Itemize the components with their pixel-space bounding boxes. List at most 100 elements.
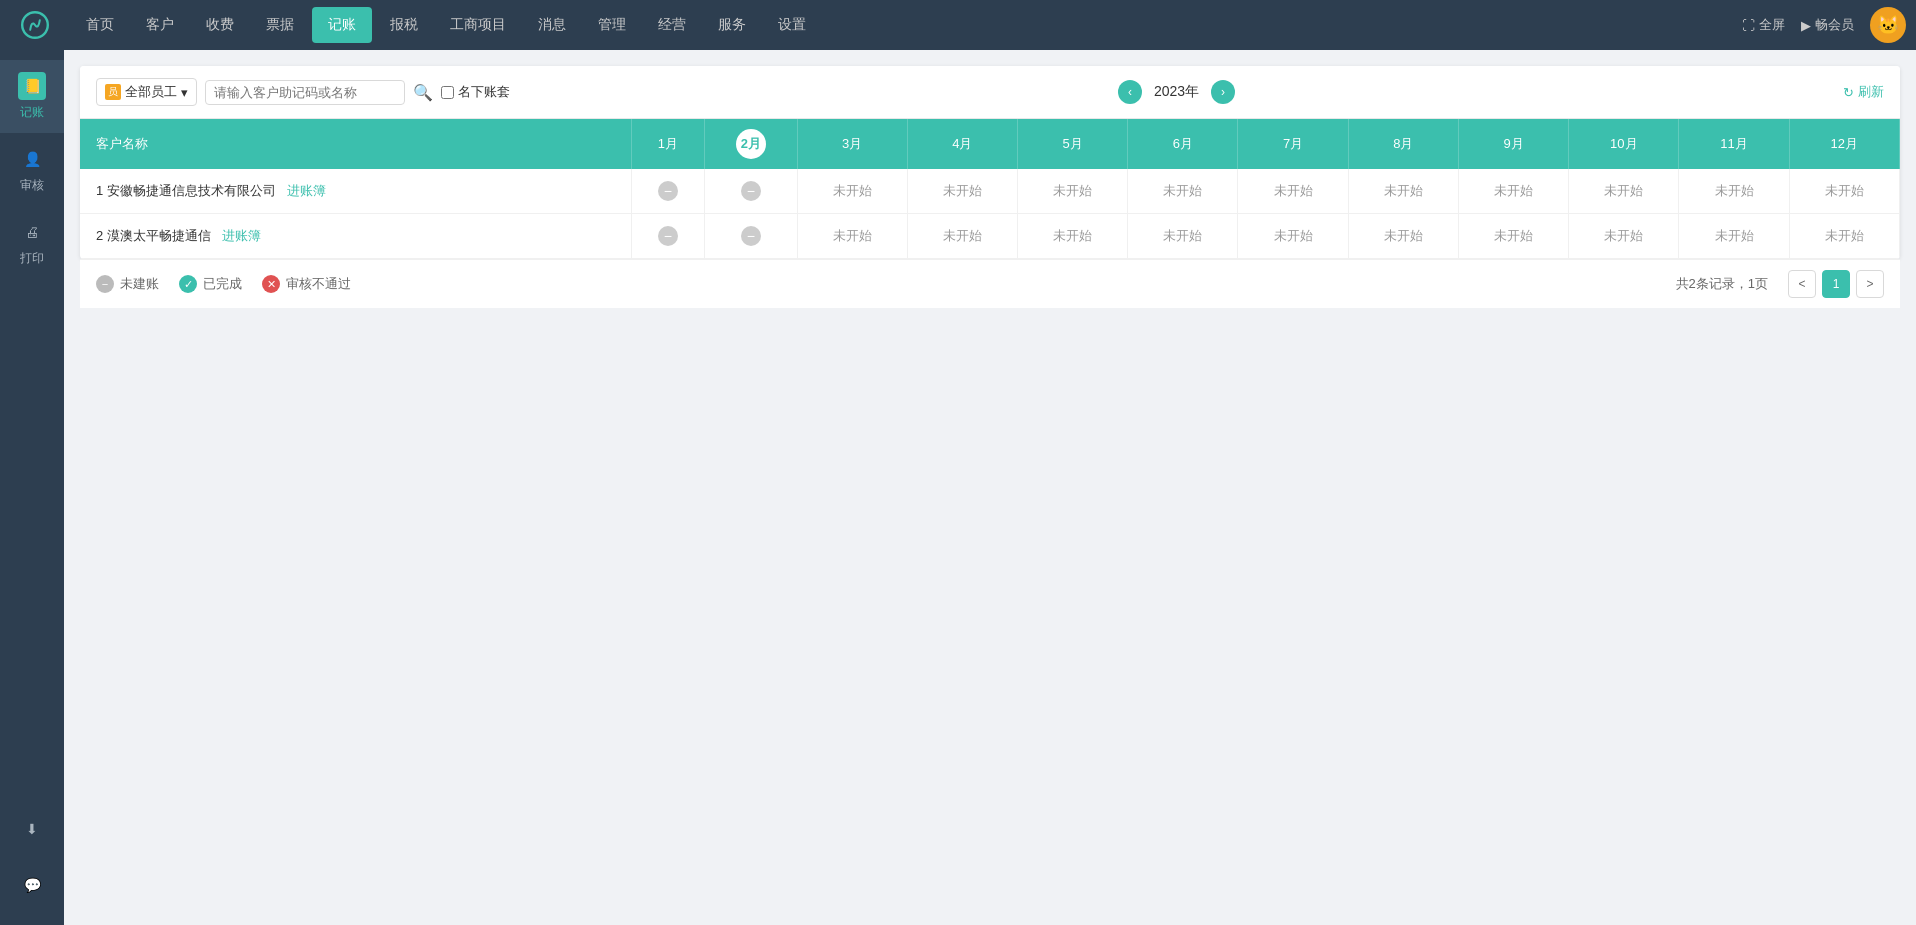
fullscreen-button[interactable]: ⛶ 全屏: [1742, 16, 1785, 34]
fullscreen-icon: ⛶: [1742, 18, 1755, 33]
active-month-circle: 2月: [736, 129, 766, 159]
mybooks-checkbox-label[interactable]: 名下账套: [441, 83, 510, 101]
year-nav: ‹ 2023年 ›: [1118, 80, 1235, 104]
col-header-aug: 8月: [1348, 119, 1458, 169]
nav-operation[interactable]: 经营: [642, 0, 702, 50]
col-header-feb: 2月: [705, 119, 798, 169]
status-not-started-2-3: 未开始: [833, 228, 872, 243]
row1-sep: 未开始: [1458, 169, 1568, 214]
status-not-started-2-12: 未开始: [1825, 228, 1864, 243]
footer: − 未建账 ✓ 已完成 ✕ 审核不通过 共2条记录，1页 < 1 >: [80, 259, 1900, 308]
row1-mar: 未开始: [797, 169, 907, 214]
nav-message[interactable]: 消息: [522, 0, 582, 50]
col-header-oct: 10月: [1569, 119, 1679, 169]
status-not-started-1-3: 未开始: [833, 183, 872, 198]
nav-settings[interactable]: 设置: [762, 0, 822, 50]
sidebar-item-audit[interactable]: 👤 审核: [0, 133, 64, 206]
col-header-sep: 9月: [1458, 119, 1568, 169]
row2-nov: 未开始: [1679, 214, 1789, 259]
row2-dec: 未开始: [1789, 214, 1899, 259]
app-logo: [10, 9, 60, 41]
employee-badge: 员: [105, 84, 121, 100]
refresh-button[interactable]: ↻ 刷新: [1843, 83, 1884, 101]
enter-book-link-2[interactable]: 进账簿: [222, 228, 261, 243]
row1-may: 未开始: [1018, 169, 1128, 214]
table-row: 1 安徽畅捷通信息技术有限公司 进账簿 − − 未开始 未开始 未开始 未开始 …: [80, 169, 1900, 214]
sidebar-item-bookkeeping[interactable]: 📒 记账: [0, 60, 64, 133]
enter-book-link-1[interactable]: 进账簿: [287, 183, 326, 198]
bookkeeping-icon: 📒: [18, 72, 46, 100]
status-not-started-2-11: 未开始: [1715, 228, 1754, 243]
data-table: 客户名称 1月 2月 3月 4月 5月 6月 7月 8月 9月 10月 11月: [80, 119, 1900, 259]
status-circle-1-1: −: [658, 181, 678, 201]
row2-jun: 未开始: [1128, 214, 1238, 259]
vip-label: 畅会员: [1815, 16, 1854, 34]
status-circle-2-2: −: [741, 226, 761, 246]
row2-feb: −: [705, 214, 798, 259]
year-label: 2023年: [1154, 83, 1199, 101]
client-name-1: 1: [96, 183, 103, 198]
pagination: < 1 >: [1788, 270, 1884, 298]
main-layout: 📒 记账 👤 审核 🖨 打印 ⬇ 💬 员 全部员工: [0, 50, 1916, 925]
sidebar-item-download[interactable]: ⬇: [18, 803, 46, 859]
user-avatar[interactable]: 🐱: [1870, 7, 1906, 43]
search-input[interactable]: [205, 80, 405, 105]
search-button[interactable]: 🔍: [413, 83, 433, 102]
status-not-started-2-9: 未开始: [1494, 228, 1533, 243]
sidebar: 📒 记账 👤 审核 🖨 打印 ⬇ 💬: [0, 50, 64, 925]
support-icon: 💬: [18, 871, 46, 899]
row2-sep: 未开始: [1458, 214, 1568, 259]
row2-jul: 未开始: [1238, 214, 1348, 259]
row2-aug: 未开始: [1348, 214, 1458, 259]
employee-select[interactable]: 员 全部员工 ▾: [96, 78, 197, 106]
row1-aug: 未开始: [1348, 169, 1458, 214]
client-cell-1: 1 安徽畅捷通信息技术有限公司 进账簿: [80, 169, 631, 214]
status-not-started-1-9: 未开始: [1494, 183, 1533, 198]
sidebar-print-label: 打印: [20, 250, 44, 267]
col-header-dec: 12月: [1789, 119, 1899, 169]
legend-not-built-label: 未建账: [120, 275, 159, 293]
legend-rejected-label: 审核不通过: [286, 275, 351, 293]
sidebar-item-print[interactable]: 🖨 打印: [0, 206, 64, 279]
status-circle-1-2: −: [741, 181, 761, 201]
status-not-started-2-10: 未开始: [1604, 228, 1643, 243]
mybooks-checkbox[interactable]: [441, 86, 454, 99]
col-header-client: 客户名称: [80, 119, 631, 169]
nav-manage[interactable]: 管理: [582, 0, 642, 50]
row2-jan: −: [631, 214, 704, 259]
legend-red-circle: ✕: [262, 275, 280, 293]
print-icon: 🖨: [18, 218, 46, 246]
col-header-jul: 7月: [1238, 119, 1348, 169]
status-not-started-2-6: 未开始: [1163, 228, 1202, 243]
nav-items: 首页 客户 收费 票据 记账 报税 工商项目 消息 管理 经营 服务 设置: [70, 0, 1742, 50]
prev-page-button[interactable]: <: [1788, 270, 1816, 298]
sidebar-item-support[interactable]: 💬: [18, 859, 46, 915]
next-year-button[interactable]: ›: [1211, 80, 1235, 104]
vip-icon: ▶: [1801, 18, 1811, 33]
col-header-jan: 1月: [631, 119, 704, 169]
chevron-down-icon: ▾: [181, 85, 188, 100]
prev-year-button[interactable]: ‹: [1118, 80, 1142, 104]
client-fullname-2: 漠澳太平畅捷通信: [107, 228, 211, 243]
status-not-started-1-10: 未开始: [1604, 183, 1643, 198]
nav-invoice[interactable]: 票据: [250, 0, 310, 50]
nav-tax[interactable]: 报税: [374, 0, 434, 50]
nav-client[interactable]: 客户: [130, 0, 190, 50]
vip-button[interactable]: ▶ 畅会员: [1801, 16, 1854, 34]
nav-bookkeeping[interactable]: 记账: [312, 7, 372, 43]
status-not-started-2-4: 未开始: [943, 228, 982, 243]
col-header-jun: 6月: [1128, 119, 1238, 169]
client-fullname-1: 安徽畅捷通信息技术有限公司: [107, 183, 276, 198]
status-not-started-1-4: 未开始: [943, 183, 982, 198]
nav-industry[interactable]: 工商项目: [434, 0, 522, 50]
table-container: 员 全部员工 ▾ 🔍 名下账套 ‹ 2023年 › ↻: [80, 66, 1900, 259]
nav-service[interactable]: 服务: [702, 0, 762, 50]
status-not-started-2-7: 未开始: [1274, 228, 1313, 243]
page-1-button[interactable]: 1: [1822, 270, 1850, 298]
nav-fee[interactable]: 收费: [190, 0, 250, 50]
status-not-started-1-7: 未开始: [1274, 183, 1313, 198]
row1-feb: −: [705, 169, 798, 214]
next-page-button[interactable]: >: [1856, 270, 1884, 298]
nav-home[interactable]: 首页: [70, 0, 130, 50]
client-cell-2: 2 漠澳太平畅捷通信 进账簿: [80, 214, 631, 259]
